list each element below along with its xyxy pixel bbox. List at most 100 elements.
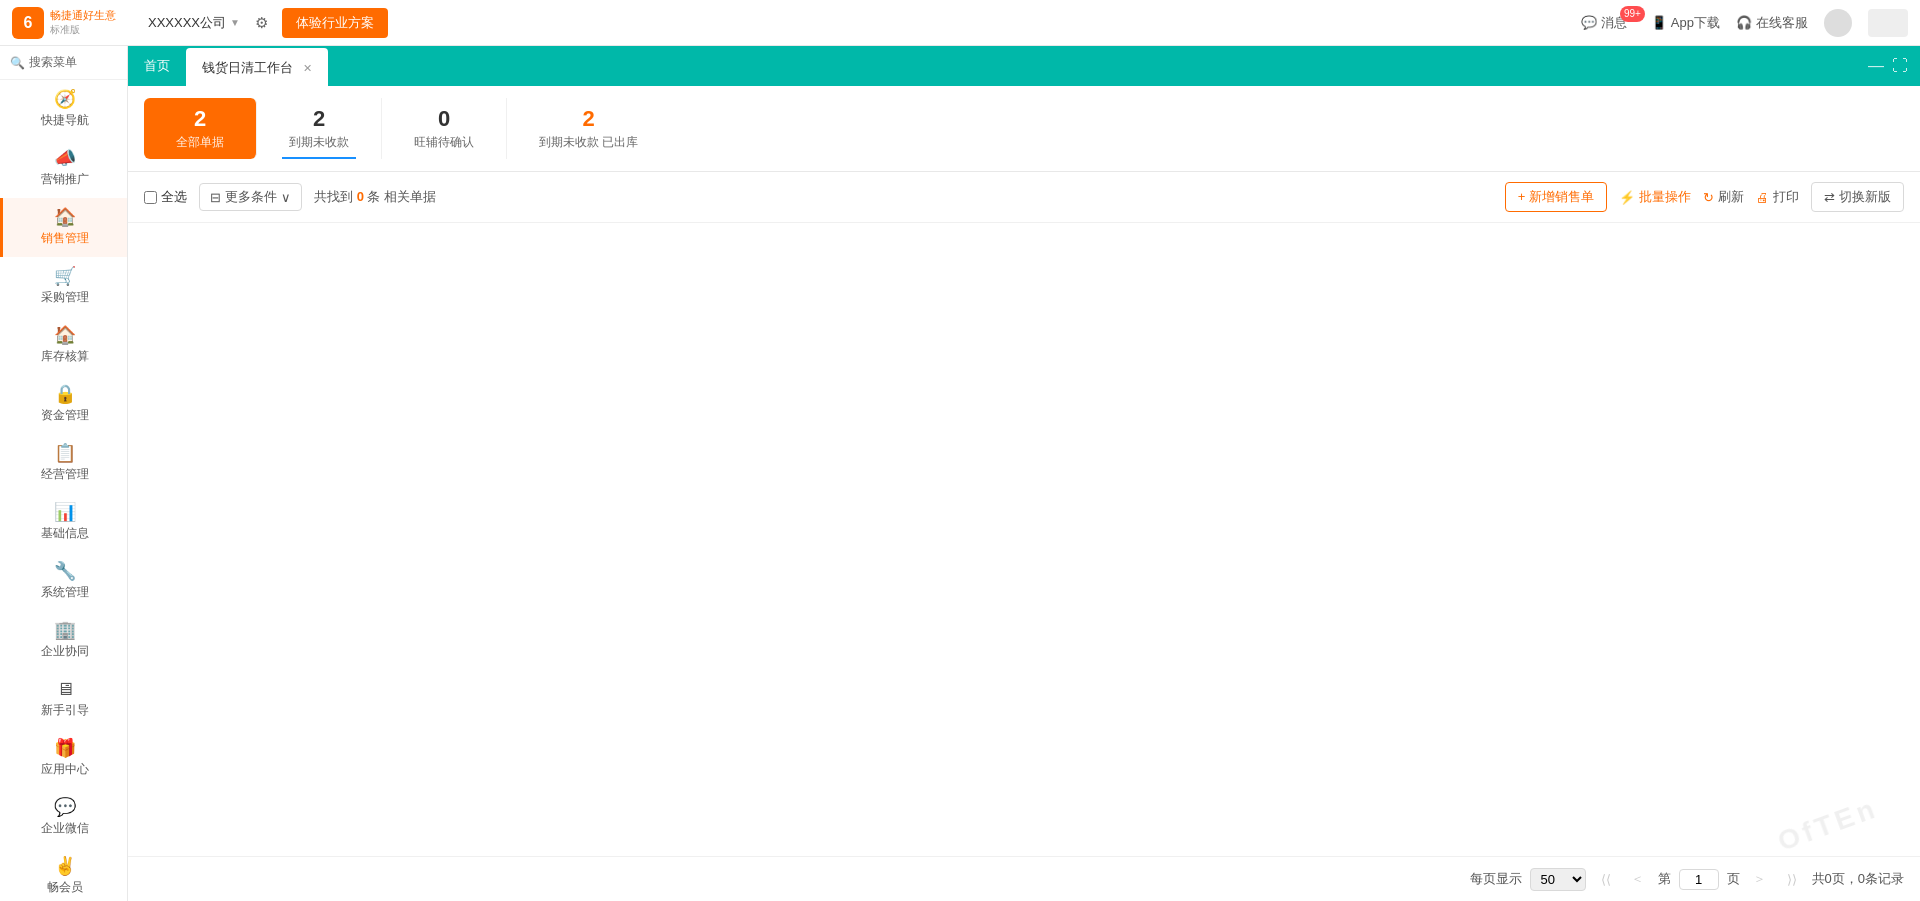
- stat-all[interactable]: 2 全部单据: [144, 98, 257, 159]
- tab-money-goods[interactable]: 钱货日清工作台 ✕: [186, 48, 328, 88]
- sidebar-item-app-center[interactable]: 🎁 应用中心: [0, 729, 127, 788]
- sidebar-item-capital[interactable]: 🔒 资金管理: [0, 375, 127, 434]
- capital-icon: 🔒: [54, 385, 76, 403]
- tab-close-icon[interactable]: ✕: [303, 62, 312, 75]
- first-page-button[interactable]: ⟨⟨: [1594, 867, 1618, 891]
- tab-maximize-icon[interactable]: ⛶: [1892, 57, 1908, 75]
- last-page-button[interactable]: ⟩⟩: [1780, 867, 1804, 891]
- page-input[interactable]: [1679, 869, 1719, 890]
- sidebar-item-label: 经营管理: [41, 466, 89, 483]
- sidebar-item-enterprise-wechat[interactable]: 💬 企业微信: [0, 788, 127, 847]
- online-service-label: 在线客服: [1756, 14, 1808, 32]
- message-button[interactable]: 💬 消息 99+: [1581, 14, 1635, 32]
- sidebar-item-label: 采购管理: [41, 289, 89, 306]
- sales-icon: 🏠: [54, 208, 76, 226]
- per-page-select[interactable]: 50 100 200: [1530, 868, 1586, 891]
- found-suffix: 相关单据: [384, 189, 436, 204]
- user-name[interactable]: [1868, 9, 1908, 37]
- switch-label: 切换新版: [1839, 188, 1891, 206]
- refresh-label: 刷新: [1718, 188, 1744, 206]
- sidebar-item-inventory[interactable]: 🏠 库存核算: [0, 316, 127, 375]
- wechat-icon: 💬: [54, 798, 76, 816]
- print-label: 打印: [1773, 188, 1799, 206]
- app-download-button[interactable]: 📱 App下载: [1651, 14, 1720, 32]
- stat-all-number: 2: [194, 106, 206, 132]
- stat-wangwang[interactable]: 0 旺辅待确认: [382, 98, 507, 159]
- stat-overdue-shipped-label: 到期未收款 已出库: [539, 134, 638, 151]
- stat-overdue-label: 到期未收款: [289, 134, 349, 151]
- filter-chevron-icon: ∨: [281, 190, 291, 205]
- logo-icon: 6: [12, 7, 44, 39]
- stat-overdue-shipped[interactable]: 2 到期未收款 已出库: [507, 98, 670, 159]
- company-selector[interactable]: XXXXXX公司 ▼: [140, 10, 248, 36]
- marketing-icon: 📣: [54, 149, 76, 167]
- purchase-icon: 🛒: [54, 267, 76, 285]
- system-icon: 🔧: [54, 562, 76, 580]
- sidebar-item-label: 快捷导航: [41, 112, 89, 129]
- next-page-button[interactable]: ＞: [1748, 867, 1772, 891]
- online-service-button[interactable]: 🎧 在线客服: [1736, 14, 1808, 32]
- stat-all-label: 全部单据: [176, 134, 224, 151]
- new-sales-button[interactable]: + 新增销售单: [1505, 182, 1607, 212]
- search-menu[interactable]: 🔍 搜索菜单: [0, 46, 127, 80]
- batch-icon: ⚡: [1619, 190, 1635, 205]
- found-text: 共找到 0 条 相关单据: [314, 188, 436, 206]
- sidebar-item-enterprise-coop[interactable]: 🏢 企业协同: [0, 611, 127, 670]
- company-name: XXXXXX公司: [148, 14, 226, 32]
- sidebar-item-system-mgmt[interactable]: 🔧 系统管理: [0, 552, 127, 611]
- tab-home-label: 首页: [144, 57, 170, 75]
- chevron-down-icon: ▼: [230, 17, 240, 28]
- stat-overdue[interactable]: 2 到期未收款: [257, 98, 382, 159]
- prev-page-button[interactable]: ＜: [1626, 867, 1650, 891]
- content-area: 首页 钱货日清工作台 ✕ — ⛶ 2 全部单据 2 到期未收款: [128, 46, 1920, 901]
- stat-underline: [282, 157, 356, 159]
- sidebar-item-operations[interactable]: 📋 经营管理: [0, 434, 127, 493]
- sidebar-item-label: 营销推广: [41, 171, 89, 188]
- search-menu-label: 搜索菜单: [29, 54, 77, 71]
- sidebar-item-label: 销售管理: [41, 230, 89, 247]
- newbie-icon: 🖥: [56, 680, 74, 698]
- logo: 6 畅捷通好生意 标准版: [12, 7, 140, 39]
- sidebar-item-purchase-mgmt[interactable]: 🛒 采购管理: [0, 257, 127, 316]
- batch-label: 批量操作: [1639, 188, 1691, 206]
- message-badge: 99+: [1620, 6, 1645, 22]
- search-icon: 🔍: [10, 56, 25, 70]
- print-button[interactable]: 🖨 打印: [1756, 188, 1799, 206]
- sidebar: 🔍 搜索菜单 🧭 快捷导航 📣 营销推广 🏠 销售管理 🛒 采购管理 🏠 库存核…: [0, 46, 128, 901]
- sidebar-item-label: 应用中心: [41, 761, 89, 778]
- tab-home[interactable]: 首页: [128, 46, 186, 86]
- app-download-label: App下载: [1671, 14, 1720, 32]
- print-icon: 🖨: [1756, 190, 1769, 205]
- stat-wangwang-label: 旺辅待确认: [414, 134, 474, 151]
- select-all-checkbox[interactable]: 全选: [144, 188, 187, 206]
- inventory-icon: 🏠: [54, 326, 76, 344]
- filter-button[interactable]: ⊟ 更多条件 ∨: [199, 183, 302, 211]
- sidebar-item-quick-nav[interactable]: 🧭 快捷导航: [0, 80, 127, 139]
- filter-icon: ⊟: [210, 190, 221, 205]
- sidebar-item-label: 资金管理: [41, 407, 89, 424]
- select-all-input[interactable]: [144, 191, 157, 204]
- settings-button[interactable]: ⚙: [248, 9, 276, 37]
- tab-bar-right: — ⛶: [1868, 57, 1920, 75]
- sidebar-item-sales-mgmt[interactable]: 🏠 销售管理: [0, 198, 127, 257]
- sidebar-item-newbie[interactable]: 🖥 新手引导: [0, 670, 127, 729]
- operations-icon: 📋: [54, 444, 76, 462]
- sidebar-item-vip[interactable]: ✌ 畅会员: [0, 847, 127, 901]
- sidebar-item-marketing[interactable]: 📣 营销推广: [0, 139, 127, 198]
- stats-row: 2 全部单据 2 到期未收款 0 旺辅待确认 2 到期未收款 已出库: [128, 86, 1920, 172]
- avatar[interactable]: [1824, 9, 1852, 37]
- sidebar-item-label: 企业微信: [41, 820, 89, 837]
- page-content: 2 全部单据 2 到期未收款 0 旺辅待确认 2 到期未收款 已出库: [128, 86, 1920, 901]
- sidebar-item-label: 企业协同: [41, 643, 89, 660]
- sidebar-item-basic-info[interactable]: 📊 基础信息: [0, 493, 127, 552]
- quick-nav-icon: 🧭: [54, 90, 76, 108]
- tab-minimize-icon[interactable]: —: [1868, 57, 1884, 75]
- refresh-button[interactable]: ↻ 刷新: [1703, 188, 1744, 206]
- per-page-label: 每页显示: [1470, 870, 1522, 888]
- select-all-label: 全选: [161, 188, 187, 206]
- trial-button[interactable]: 体验行业方案: [282, 8, 388, 38]
- sidebar-item-label: 库存核算: [41, 348, 89, 365]
- switch-version-button[interactable]: ⇄ 切换新版: [1811, 182, 1904, 212]
- batch-operation-button[interactable]: ⚡ 批量操作: [1619, 188, 1691, 206]
- pagination: 每页显示 50 100 200 ⟨⟨ ＜ 第 页 ＞ ⟩⟩ 共0页，0条记录: [128, 856, 1920, 901]
